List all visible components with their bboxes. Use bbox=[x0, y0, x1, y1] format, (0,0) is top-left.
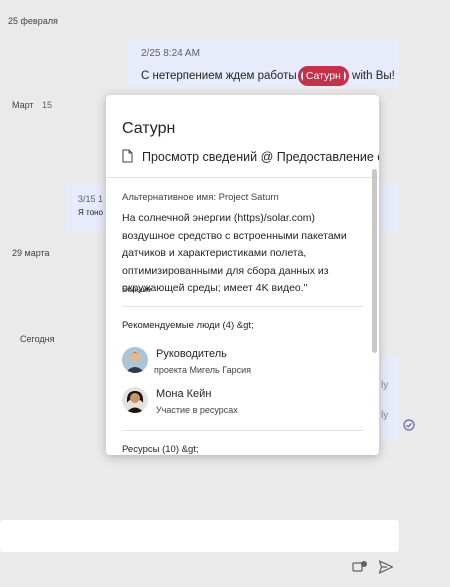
document-icon bbox=[122, 149, 133, 168]
march-count: 15 bbox=[42, 100, 53, 110]
person-1-role: проекта Мигель Гарсия bbox=[154, 365, 251, 375]
message-text-before: С нетерпением ждем работы bbox=[141, 70, 300, 82]
avatar-person-1 bbox=[122, 347, 148, 373]
tag-highlight[interactable]: Сатурн bbox=[297, 66, 349, 86]
message-2-text: Я тоно bbox=[78, 208, 103, 217]
date-separator-today: Сегодня bbox=[20, 334, 55, 344]
more-link[interactable]: Больше bbox=[122, 285, 151, 294]
message-text: С нетерпением ждем работы Сатурн with Вы… bbox=[141, 66, 395, 86]
entity-hover-card: Сатурн Просмотр сведений @ Предоставлени… bbox=[106, 95, 379, 455]
person-item[interactable]: Руководитель проекта Мигель Гарсия bbox=[122, 345, 362, 379]
date-separator-march: Март bbox=[12, 100, 34, 110]
person-2-role: Участие в ресурсах bbox=[156, 405, 238, 415]
schedule-send-icon[interactable] bbox=[352, 560, 368, 579]
message-bubble-1[interactable]: 2/25 8:24 AM С нетерпением ждем работы С… bbox=[128, 40, 399, 88]
message-bubble-2[interactable]: 3/15 1 Я тоно bbox=[66, 184, 108, 232]
divider-1 bbox=[106, 177, 379, 178]
card-actions-link[interactable]: Просмотр сведений @ Предоставление отзыв… bbox=[142, 150, 379, 164]
partial-text-1: ly bbox=[381, 380, 389, 391]
date-separator-feb25: 25 февраля bbox=[8, 16, 58, 26]
avatar-person-2 bbox=[122, 387, 148, 413]
person-1-name: Руководитель bbox=[156, 348, 227, 360]
send-icon[interactable] bbox=[378, 559, 394, 580]
date-separator-mar29: 29 марта bbox=[12, 248, 50, 258]
message-timestamp: 2/25 8:24 AM bbox=[141, 48, 200, 59]
check-circle-icon bbox=[403, 418, 415, 436]
card-scrollbar[interactable] bbox=[372, 169, 377, 353]
compose-box[interactable] bbox=[0, 520, 399, 552]
recommended-people-header[interactable]: Рекомендуемые люди (4) &gt; bbox=[122, 320, 254, 331]
divider-3 bbox=[122, 430, 363, 431]
tag-saturn[interactable]: Сатурн bbox=[302, 68, 344, 84]
alternate-name: Альтернативное имя: Project Saturn bbox=[122, 192, 279, 203]
card-description: На солнечной энергии (https)/solar.com) … bbox=[122, 212, 347, 294]
resources-header[interactable]: Ресурсы (10) &gt; bbox=[122, 444, 199, 455]
person-item[interactable]: Мона Кейн Участие в ресурсах bbox=[122, 385, 362, 419]
divider-2 bbox=[122, 306, 363, 307]
message-text-after: with Вы! bbox=[348, 70, 395, 82]
message-2-timestamp: 3/15 1 bbox=[78, 194, 104, 204]
partial-text-2: ly bbox=[381, 410, 389, 421]
card-title: Сатурн bbox=[122, 120, 176, 137]
person-2-name: Мона Кейн bbox=[156, 388, 212, 400]
